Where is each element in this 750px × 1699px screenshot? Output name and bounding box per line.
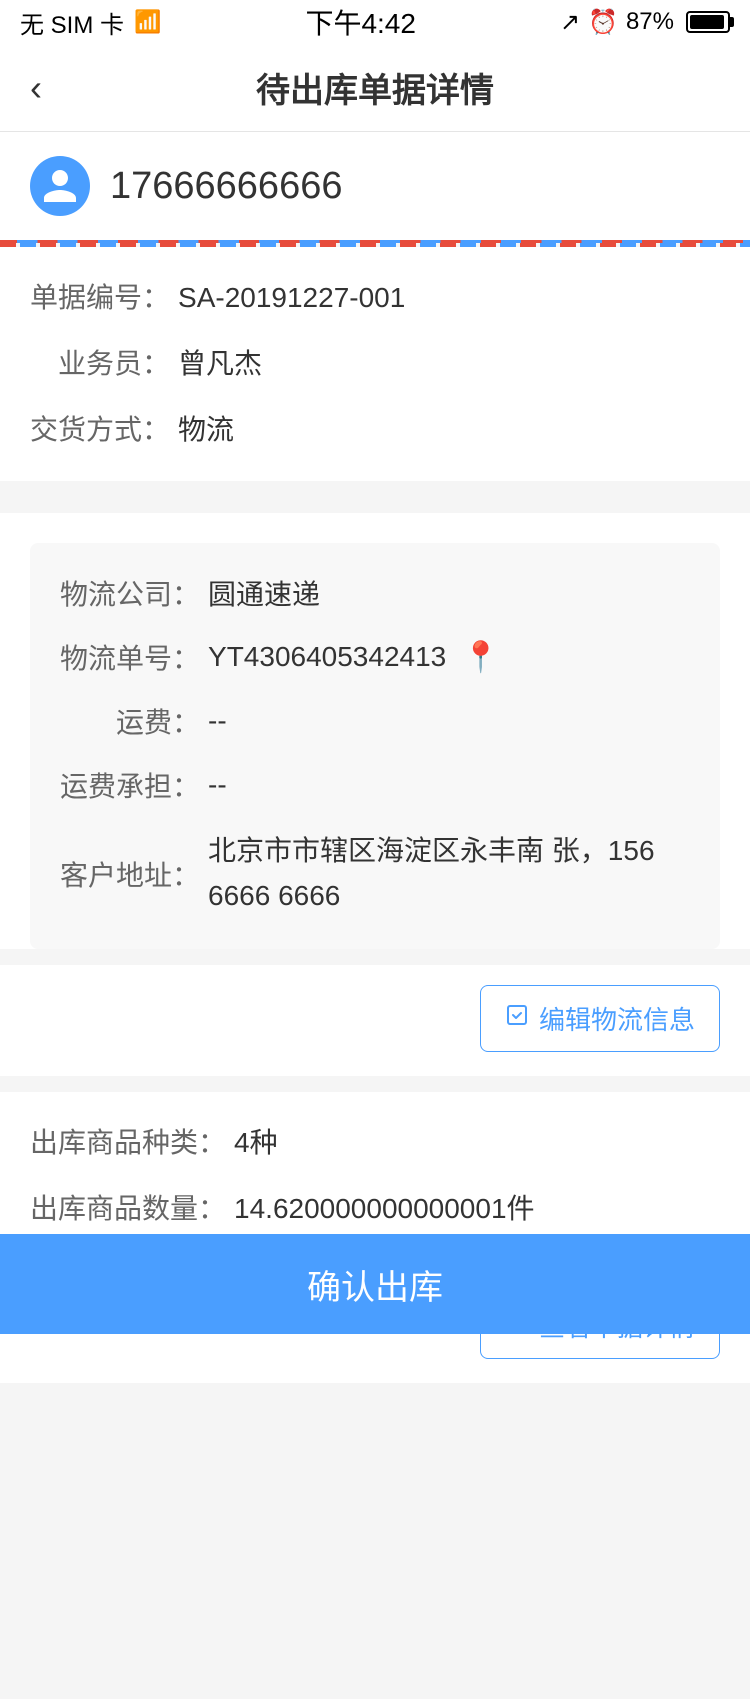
back-button[interactable]: ‹ (30, 67, 42, 109)
quantity-value: 14.620000000000001件 (226, 1188, 720, 1230)
location-pin-icon[interactable]: 📍 (462, 640, 499, 675)
divider1 (0, 497, 750, 513)
status-right: ↗ ⏰ 87% (560, 8, 730, 37)
sales-person-row: 业务员： 曾凡杰 (30, 343, 720, 385)
freight-label: 运费： (60, 701, 200, 741)
battery-percent: 87% (626, 8, 674, 36)
location-icon: ↗ (560, 8, 580, 37)
avatar (30, 156, 90, 216)
freight-bear-row: 运费承担： -- (60, 765, 690, 805)
types-label: 出库商品种类： (30, 1122, 226, 1164)
delivery-method-row: 交货方式： 物流 (30, 409, 720, 451)
edit-btn-row: 编辑物流信息 (0, 965, 750, 1076)
divider2 (0, 1076, 750, 1092)
edit-logistics-label: 编辑物流信息 (539, 1000, 695, 1037)
logistics-section: 物流公司： 圆通速递 物流单号： YT4306405342413 📍 运费： -… (30, 543, 720, 949)
types-value: 4种 (226, 1122, 720, 1164)
wifi-icon: 📶 (134, 9, 161, 35)
customer-phone: 17666666666 (110, 165, 342, 208)
address-value: 北京市市辖区海淀区永丰南 张，156 6666 6666 (200, 829, 690, 919)
address-row: 客户地址： 北京市市辖区海淀区永丰南 张，156 6666 6666 (60, 829, 690, 919)
quantity-label: 出库商品数量： (30, 1188, 226, 1230)
logistics-company-label: 物流公司： (60, 573, 200, 613)
confirm-stock-out-button[interactable]: 确认出库 (0, 1234, 750, 1334)
logistics-company-row: 物流公司： 圆通速递 (60, 573, 690, 613)
status-bar: 无 SIM 卡 📶 下午4:42 ↗ ⏰ 87% (0, 0, 750, 44)
order-no-value: SA-20191227-001 (170, 277, 720, 319)
types-row: 出库商品种类： 4种 (30, 1122, 720, 1164)
address-label: 客户地址： (60, 854, 200, 894)
divider3 (0, 1383, 750, 1399)
freight-bear-label: 运费承担： (60, 765, 200, 805)
order-no-label: 单据编号： (30, 277, 170, 319)
status-time: 下午4:42 (305, 2, 416, 42)
carrier-label: 无 SIM 卡 (20, 5, 124, 40)
logistics-wrapper: 物流公司： 圆通速递 物流单号： YT4306405342413 📍 运费： -… (0, 513, 750, 949)
page-title: 待出库单据详情 (256, 63, 494, 112)
delivery-method-value: 物流 (170, 409, 720, 451)
edit-icon (505, 1003, 529, 1034)
logistics-company-value: 圆通速递 (200, 573, 690, 613)
bottom-spacer (0, 1399, 750, 1599)
freight-bear-value: -- (200, 769, 690, 801)
customer-header: 17666666666 (0, 132, 750, 243)
sales-person-label: 业务员： (30, 343, 170, 385)
tracking-label: 物流单号： (60, 637, 200, 677)
order-info-section: 单据编号： SA-20191227-001 业务员： 曾凡杰 交货方式： 物流 (0, 247, 750, 481)
tracking-row: 物流单号： YT4306405342413 📍 (60, 637, 690, 677)
order-no-row: 单据编号： SA-20191227-001 (30, 277, 720, 319)
edit-logistics-button[interactable]: 编辑物流信息 (480, 985, 720, 1052)
confirm-btn-label: 确认出库 (307, 1260, 443, 1309)
quantity-row: 出库商品数量： 14.620000000000001件 (30, 1188, 720, 1230)
status-left: 无 SIM 卡 📶 (20, 5, 161, 40)
tracking-number: YT4306405342413 (200, 641, 446, 673)
nav-bar: ‹ 待出库单据详情 (0, 44, 750, 132)
freight-value: -- (200, 705, 690, 737)
delivery-method-label: 交货方式： (30, 409, 170, 451)
freight-row: 运费： -- (60, 701, 690, 741)
battery-icon (686, 11, 730, 33)
sales-person-value: 曾凡杰 (170, 343, 720, 385)
alarm-icon: ⏰ (588, 8, 618, 37)
tracking-value-row: YT4306405342413 📍 (200, 640, 500, 675)
main-content: 17666666666 单据编号： SA-20191227-001 业务员： 曾… (0, 132, 750, 1699)
